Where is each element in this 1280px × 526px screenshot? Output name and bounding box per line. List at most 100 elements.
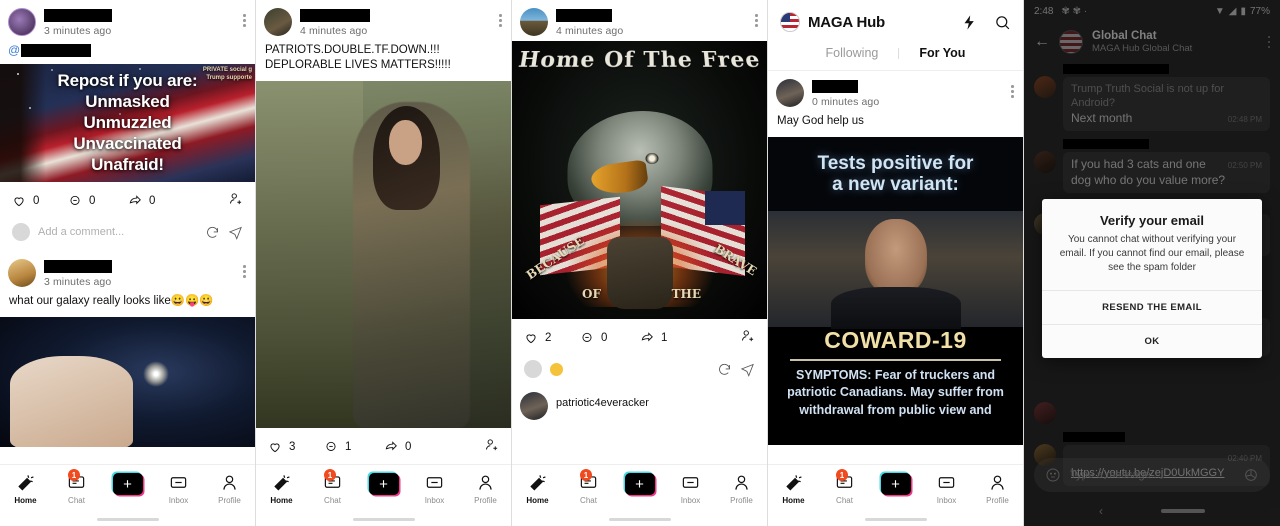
heart-icon [270,443,280,453]
avatar[interactable] [520,8,548,36]
comment-icon [582,332,592,342]
tab-for-you[interactable]: For You [919,46,965,60]
search-icon[interactable] [994,14,1011,31]
post-header: 3 minutes ago [0,0,255,41]
redacted-username [300,9,370,22]
avatar[interactable] [264,8,292,36]
share-button[interactable]: 0 [128,194,188,208]
us-flag-icon [780,12,800,32]
nav-item-inbox[interactable]: Inbox [921,473,972,505]
comment-button[interactable]: 0 [68,194,128,208]
post-image-galaxy[interactable] [0,317,255,448]
post-timestamp: 3 minutes ago [44,25,112,37]
nav-item-home[interactable]: Home [512,473,563,505]
nav-item-profile[interactable]: Profile [460,473,511,505]
meme-text: Repost if you are: Unmasked Unmuzzled Un… [0,64,255,182]
share-button[interactable]: 1 [640,331,700,345]
nav-item-create[interactable]: + [358,473,409,495]
bottom-navigation: Home 1 Chat + Inbox Profile [512,464,767,526]
send-icon[interactable] [228,225,243,240]
nav-label-chat: Chat [836,496,853,505]
follow-button[interactable] [484,437,499,457]
nav-item-home[interactable]: Home [0,473,51,505]
nav-item-home[interactable]: Home [768,473,819,505]
ok-button[interactable]: OK [1042,323,1262,358]
post-menu-icon[interactable] [499,14,502,27]
share-count: 0 [149,195,156,207]
post-header: 0 minutes ago [768,71,1023,112]
post-menu-icon[interactable] [243,265,246,278]
emoji-reaction-icon[interactable] [550,362,563,376]
post-image-eagle-meme[interactable]: Home Of The Free BECAUSE OF THE BRAVE [512,41,767,319]
add-person-icon [230,193,242,205]
nav-item-chat[interactable]: 1 Chat [819,469,870,505]
tab-following[interactable]: Following [826,46,879,60]
plus-icon[interactable]: + [368,473,399,495]
like-count: 3 [289,441,296,454]
plus-icon[interactable]: + [880,473,911,495]
post-image-repost-meme[interactable]: PRIVATE social g Trump supporte Repost i… [0,64,255,182]
comment-input-bar[interactable]: Add a comment... [0,219,255,251]
nav-item-profile[interactable]: Profile [716,473,767,505]
post-author: 3 minutes ago [44,8,112,37]
nav-item-profile[interactable]: Profile [972,473,1023,505]
avatar[interactable] [8,259,36,287]
share-button[interactable]: 0 [384,440,444,454]
nav-item-inbox[interactable]: Inbox [153,473,204,505]
post-header-2: 3 minutes ago [0,251,255,292]
nav-item-inbox[interactable]: Inbox [409,473,460,505]
nav-item-create[interactable]: + [102,473,153,495]
follow-button[interactable] [740,328,755,348]
bottom-navigation: Home 1 Chat + Inbox Profile [0,464,255,526]
post-author: 4 minutes ago [556,8,623,37]
comment-button[interactable]: 1 [324,440,384,454]
refresh-icon[interactable] [717,362,732,377]
plus-icon[interactable]: + [624,473,655,495]
person-head-shape [864,219,927,296]
post-author: 4 minutes ago [300,8,370,37]
like-button[interactable]: 3 [268,440,324,454]
post-image-soldier[interactable] [256,81,511,429]
like-count: 2 [545,332,552,344]
comment-icon [70,195,80,205]
follow-button[interactable] [228,191,243,211]
avatar[interactable] [776,79,804,107]
post-image-coward19-meme[interactable]: Tests positive for a new variant: COWARD… [768,137,1023,446]
refresh-icon[interactable] [205,225,220,240]
send-icon[interactable] [740,362,755,377]
comment-button[interactable]: 0 [580,331,640,345]
avatar[interactable] [8,8,36,36]
nav-item-home[interactable]: Home [256,473,307,505]
nav-item-create[interactable]: + [614,473,665,495]
nav-item-chat[interactable]: 1 Chat [563,469,614,505]
nav-item-inbox[interactable]: Inbox [665,473,716,505]
nav-label-inbox: Inbox [168,496,189,505]
megaphone-icon [16,473,35,492]
avatar[interactable] [520,392,548,420]
redacted-username [812,80,858,93]
comment-input[interactable]: Add a comment... [38,226,197,238]
engagement-bar: 3 1 0 [256,428,511,466]
current-user-avatar [12,223,30,241]
comment-input-bar[interactable] [512,356,767,388]
nav-item-chat[interactable]: 1 Chat [51,469,102,505]
nav-label-profile: Profile [986,496,1009,505]
lightning-icon[interactable] [961,14,978,31]
post-author: patriotic4everacker [556,392,649,411]
username[interactable]: patriotic4everacker [556,397,649,409]
post-menu-icon[interactable] [1011,85,1014,98]
tab-divider [898,47,900,59]
nav-item-profile[interactable]: Profile [204,473,255,505]
nav-item-chat[interactable]: 1 Chat [307,469,358,505]
nav-item-create[interactable]: + [870,473,921,495]
person-icon [476,473,495,492]
like-button[interactable]: 0 [12,194,68,208]
post-menu-icon[interactable] [755,14,758,27]
redacted-username [44,260,112,273]
post-menu-icon[interactable] [243,14,246,27]
plus-icon[interactable]: + [112,473,143,495]
post-body-text: what our galaxy really looks like😀😛😀 [9,295,214,307]
resend-email-button[interactable]: RESEND THE EMAIL [1042,289,1262,324]
like-button[interactable]: 2 [524,331,580,345]
inbox-icon [425,473,444,492]
